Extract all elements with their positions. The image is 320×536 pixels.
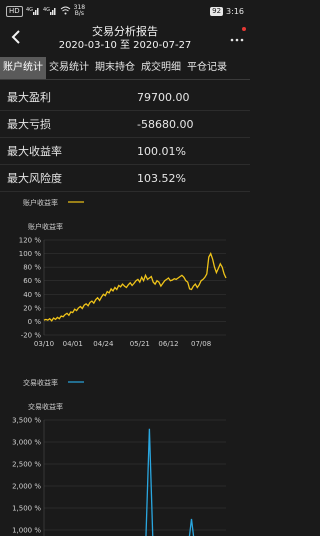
chart2-grid bbox=[43, 419, 226, 536]
stat-row-max-profit: 最大盈利 79700.00 bbox=[0, 84, 250, 111]
charts: 账户收益率 账户收益率 -20 % 0 % 20 % 40 % 60 % 80 % 100 … bbox=[0, 196, 250, 536]
chart1-ytick-label: 80 % bbox=[23, 264, 41, 272]
tab-end-positions[interactable]: 期末持仓 bbox=[92, 57, 138, 79]
chart1-ytick-label: -20 % bbox=[21, 332, 42, 340]
stats-list: 最大盈利 79700.00 最大亏损 -58680.00 最大收益率 100.0… bbox=[0, 84, 250, 192]
chart2-ytick-label: 2,000 % bbox=[12, 483, 41, 491]
network-type-1: 4G bbox=[26, 7, 33, 13]
chart2-ytick-label: 3,000 % bbox=[12, 439, 41, 447]
chart1-series-line bbox=[43, 252, 227, 322]
signal-icon-2: 4G bbox=[43, 6, 57, 17]
net-speed-unit: B/s bbox=[74, 10, 85, 17]
header: 交易分析报告 2020-03-10 至 2020-07-27 bbox=[0, 22, 250, 56]
chart1-ytick-label: 20 % bbox=[23, 304, 41, 312]
chart1-yticks: -20 % 0 % 20 % 40 % 60 % 80 % 100 % 120 % bbox=[19, 237, 42, 340]
date-range: 2020-03-10 至 2020-07-27 bbox=[58, 40, 192, 51]
stat-row-max-return: 最大收益率 100.01% bbox=[0, 138, 250, 165]
trade-return-chart: 交易收益率 交易收益率 1,000 % 1,500 % 2,000 % 2,500 %… bbox=[12, 378, 226, 536]
chart2-ytick-label: 1,000 % bbox=[12, 527, 41, 535]
chart2-ytick-label: 2,500 % bbox=[12, 461, 41, 469]
chart1-ytick-label: 40 % bbox=[23, 291, 41, 299]
battery-icon: 92 bbox=[210, 6, 224, 16]
notification-dot bbox=[242, 27, 246, 31]
chart1-grid bbox=[43, 239, 226, 336]
stat-row-max-loss: 最大亏损 -58680.00 bbox=[0, 111, 250, 138]
stat-value: -58680.00 bbox=[137, 117, 194, 131]
status-right: 92 3:16 bbox=[210, 6, 244, 16]
signal-icon-1: 4G bbox=[26, 6, 40, 17]
chart1-legend-label: 账户收益率 bbox=[23, 198, 58, 207]
chart1-xtick-label: 04/01 bbox=[63, 340, 83, 348]
chart1-xtick-label: 06/12 bbox=[158, 340, 178, 348]
tab-trade-stats[interactable]: 交易统计 bbox=[46, 57, 92, 79]
tab-account-stats[interactable]: 账户统计 bbox=[0, 57, 46, 79]
chart1-xticks: 03/10 04/01 04/24 05/21 06/12 07/08 bbox=[34, 340, 211, 348]
status-left: HD 4G 4G 318 B/s bbox=[6, 5, 85, 17]
tab-bar: 账户统计 交易统计 期末持仓 成交明细 平仓记录 bbox=[0, 57, 250, 80]
status-bar: HD 4G 4G 318 B/s 92 3:16 bbox=[0, 0, 250, 22]
chart1-ytick-label: 0 % bbox=[28, 318, 42, 326]
stat-label: 最大收益率 bbox=[7, 145, 62, 158]
chart1-ytick-label: 100 % bbox=[19, 250, 42, 258]
chart2-ytick-label: 3,500 % bbox=[12, 417, 41, 425]
stat-label: 最大风险度 bbox=[7, 172, 62, 185]
stat-value: 103.52% bbox=[137, 171, 186, 185]
chart1-xtick-label: 04/24 bbox=[93, 340, 114, 348]
net-speed: 318 B/s bbox=[74, 5, 85, 17]
clock: 3:16 bbox=[226, 6, 244, 16]
tab-close-records[interactable]: 平仓记录 bbox=[184, 57, 230, 79]
stat-row-max-risk: 最大风险度 103.52% bbox=[0, 165, 250, 192]
chart2-series-line bbox=[145, 428, 195, 536]
wifi-icon bbox=[60, 6, 71, 17]
hd-badge: HD bbox=[6, 5, 23, 17]
stat-value: 79700.00 bbox=[137, 90, 190, 104]
chart1-ytick-label: 60 % bbox=[23, 277, 41, 285]
chart1-xtick-label: 05/21 bbox=[130, 340, 150, 348]
chart1-xtick-label: 03/10 bbox=[34, 340, 54, 348]
account-return-chart: 账户收益率 账户收益率 -20 % 0 % 20 % 40 % 60 % 80 % 100 … bbox=[19, 198, 227, 348]
page-title: 交易分析报告 bbox=[92, 25, 158, 38]
chart2-title: 交易收益率 bbox=[28, 402, 63, 411]
network-type-2: 4G bbox=[43, 7, 50, 13]
chart2-ytick-label: 1,500 % bbox=[12, 505, 41, 513]
more-menu-icon[interactable] bbox=[230, 30, 244, 44]
title-block: 交易分析报告 2020-03-10 至 2020-07-27 bbox=[0, 24, 250, 53]
tab-trade-details[interactable]: 成交明细 bbox=[138, 57, 184, 79]
chart2-yticks: 1,000 % 1,500 % 2,000 % 2,500 % 3,000 % 3,500… bbox=[12, 417, 41, 535]
chart2-legend-label: 交易收益率 bbox=[23, 378, 58, 387]
chart1-xtick-label: 07/08 bbox=[191, 340, 211, 348]
stat-label: 最大盈利 bbox=[7, 91, 51, 104]
chart1-title: 账户收益率 bbox=[28, 222, 63, 231]
stat-label: 最大亏损 bbox=[7, 118, 51, 131]
chart1-ytick-label: 120 % bbox=[19, 237, 42, 245]
stat-value: 100.01% bbox=[137, 144, 186, 158]
